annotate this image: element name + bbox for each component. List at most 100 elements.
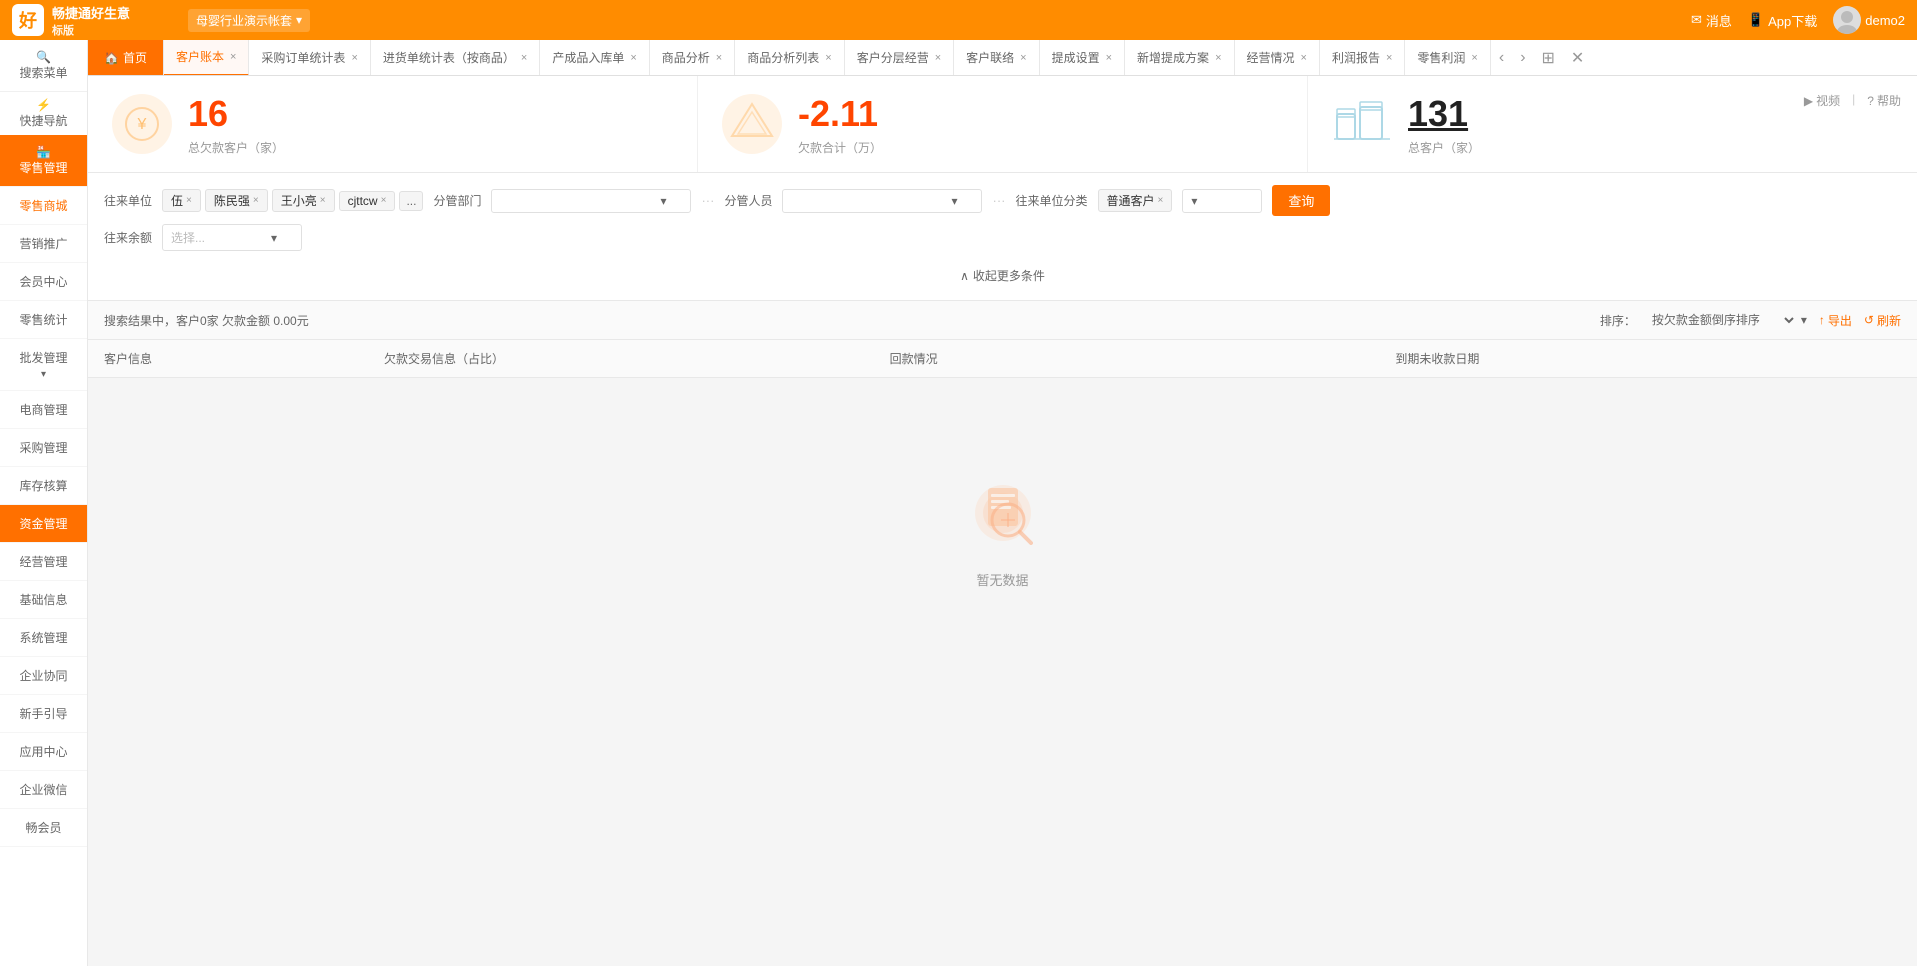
search-icon: 🔍 bbox=[0, 50, 87, 64]
close-icon[interactable]: × bbox=[1301, 52, 1307, 64]
sidebar-item-new-guide[interactable]: 新手引导 bbox=[0, 695, 87, 733]
tab-business-stat[interactable]: 经营情况 × bbox=[1235, 40, 1320, 76]
sidebar-item-enterprise[interactable]: 企业协同 bbox=[0, 657, 87, 695]
sidebar-item-vip-member[interactable]: 畅会员 bbox=[0, 809, 87, 847]
tab-scroll-left[interactable]: ‹ bbox=[1491, 49, 1512, 67]
tab-customer-tier[interactable]: 客户分层经营 × bbox=[845, 40, 954, 76]
filter-tag-cjttcw[interactable]: cjttcw × bbox=[339, 191, 396, 211]
chevron-down-icon: ▾ bbox=[271, 231, 277, 245]
tab-purchase-stat[interactable]: 进货单统计表（按商品） × bbox=[371, 40, 540, 76]
close-icon[interactable]: × bbox=[825, 52, 831, 64]
tab-profit-report[interactable]: 利润报告 × bbox=[1320, 40, 1405, 76]
chevron-down-icon: ▾ bbox=[660, 194, 666, 208]
remove-tag-cjttcw[interactable]: × bbox=[381, 195, 387, 206]
close-icon[interactable]: × bbox=[1471, 52, 1477, 64]
close-icon[interactable]: × bbox=[1386, 52, 1392, 64]
empty-text: 暂无数据 bbox=[976, 570, 1028, 589]
tab-product-stock[interactable]: 产成品入库单 × bbox=[540, 40, 649, 76]
tab-customer-contact[interactable]: 客户联络 × bbox=[954, 40, 1039, 76]
close-icon[interactable]: × bbox=[630, 52, 636, 64]
person-select[interactable]: ▾ bbox=[782, 189, 982, 213]
remove-tag-wang[interactable]: × bbox=[320, 195, 326, 206]
sidebar-item-finance[interactable]: 资金管理 bbox=[0, 505, 87, 543]
stat-label-customers: 总欠款客户（家） bbox=[188, 139, 284, 156]
dept-select[interactable]: ▾ bbox=[491, 189, 691, 213]
tab-customer[interactable]: 客户账本 × bbox=[164, 40, 249, 76]
close-icon[interactable]: × bbox=[1106, 52, 1112, 64]
sidebar-item-inventory[interactable]: 库存核算 bbox=[0, 467, 87, 505]
tab-expand-icon[interactable]: ⊞ bbox=[1534, 48, 1563, 68]
sidebar-item-system[interactable]: 系统管理 bbox=[0, 619, 87, 657]
refresh-button[interactable]: ↺ 刷新 bbox=[1864, 312, 1901, 329]
sidebar-item-marketing[interactable]: 营销推广 bbox=[0, 225, 87, 263]
sidebar-item-ecommerce[interactable]: 电商管理 bbox=[0, 391, 87, 429]
home-icon: 🏠 bbox=[104, 51, 119, 65]
sidebar-item-operations[interactable]: 经营管理 bbox=[0, 543, 87, 581]
stat-card-total: 131 总客户（家） bbox=[1308, 76, 1917, 172]
tab-close-all-icon[interactable]: ✕ bbox=[1563, 48, 1592, 68]
remove-tag-normal[interactable]: × bbox=[1158, 195, 1164, 206]
user-menu[interactable]: demo2 bbox=[1833, 6, 1905, 34]
collapse-button[interactable]: ∧ 收起更多条件 bbox=[960, 267, 1045, 284]
sidebar-item-retail-mgmt[interactable]: 🏪 零售管理 bbox=[0, 135, 87, 187]
filter-tag-normal-customer[interactable]: 普通客户 × bbox=[1098, 189, 1173, 212]
close-icon[interactable]: × bbox=[716, 52, 722, 64]
filter-tag-wang[interactable]: 王小亮 × bbox=[272, 189, 335, 212]
category-tags: 普通客户 × bbox=[1098, 189, 1173, 212]
sidebar-item-purchase[interactable]: 采购管理 bbox=[0, 429, 87, 467]
tab-bar: 🏠 首页 客户账本 × 采购订单统计表 × 进货单统计表（按商品） × 产成品入… bbox=[88, 40, 1917, 76]
remove-tag-chen[interactable]: × bbox=[253, 195, 259, 206]
sidebar-item-member[interactable]: 会员中心 bbox=[0, 263, 87, 301]
app-download-button[interactable]: 📱 App下载 bbox=[1748, 11, 1817, 30]
sidebar: 🔍 搜索菜单 ⚡ 快捷导航 🏪 零售管理 零售商城 营销推广 会员中心 零售统计 bbox=[0, 40, 88, 966]
sidebar-item-wholesale[interactable]: 批发管理 ▾ bbox=[0, 339, 87, 391]
demo-selector[interactable]: 母婴行业演示帐套 ▾ bbox=[188, 9, 310, 32]
nav-icon: ⚡ bbox=[0, 98, 87, 112]
close-icon[interactable]: × bbox=[1020, 52, 1026, 64]
logo-icon: 好 bbox=[12, 4, 44, 36]
sidebar-item-retail-stats[interactable]: 零售统计 bbox=[0, 301, 87, 339]
filter-tag-wu[interactable]: 伍 × bbox=[162, 189, 201, 212]
close-icon[interactable]: × bbox=[230, 51, 236, 63]
close-icon[interactable]: × bbox=[351, 52, 357, 64]
close-icon[interactable]: × bbox=[1215, 52, 1221, 64]
remove-tag-wu[interactable]: × bbox=[186, 195, 192, 206]
sort-select[interactable]: 按欠款金额倒序排序 bbox=[1640, 309, 1797, 331]
chevron-down-icon: ▾ bbox=[951, 194, 957, 208]
close-icon[interactable]: × bbox=[521, 52, 527, 64]
stat-icon-3 bbox=[1332, 94, 1392, 154]
category-select[interactable]: ▾ bbox=[1182, 189, 1262, 213]
dept-clear-icon[interactable]: ··· bbox=[701, 193, 714, 208]
balance-select[interactable]: 选择... ▾ bbox=[162, 224, 302, 251]
sidebar-item-quick-nav[interactable]: ⚡ 快捷导航 bbox=[0, 92, 87, 135]
tab-goods-analysis[interactable]: 商品分析 × bbox=[650, 40, 735, 76]
sidebar-item-retail-mall[interactable]: 零售商城 bbox=[0, 187, 87, 225]
tab-scroll-right[interactable]: › bbox=[1512, 49, 1533, 67]
filter-tag-chen[interactable]: 陈民强 × bbox=[205, 189, 268, 212]
tab-new-promote[interactable]: 新增提成方案 × bbox=[1125, 40, 1234, 76]
sort-area: 排序： 按欠款金额倒序排序 ▾ bbox=[1600, 309, 1807, 331]
stat-icon-1: ¥ bbox=[112, 94, 172, 154]
balance-filter-label: 往来余额 bbox=[104, 229, 152, 246]
message-icon: ✉ bbox=[1691, 12, 1702, 28]
person-clear-icon[interactable]: ··· bbox=[992, 193, 1005, 208]
tab-retail-profit[interactable]: 零售利润 × bbox=[1405, 40, 1490, 76]
sidebar-item-search[interactable]: 🔍 搜索菜单 bbox=[0, 40, 87, 92]
stat-label-debt: 欠款合计（万） bbox=[798, 139, 882, 156]
logo-sub: 标版 bbox=[52, 22, 130, 38]
sidebar-item-enterprise-wechat[interactable]: 企业微信 bbox=[0, 771, 87, 809]
tab-goods-analysis-list[interactable]: 商品分析列表 × bbox=[735, 40, 844, 76]
avatar bbox=[1833, 6, 1861, 34]
close-icon[interactable]: × bbox=[935, 52, 941, 64]
query-button[interactable]: 查询 bbox=[1272, 185, 1330, 216]
main-content: ▶ 视频 | ? 帮助 bbox=[88, 76, 1917, 966]
tab-home[interactable]: 🏠 首页 bbox=[88, 40, 164, 76]
more-tags-button[interactable]: ... bbox=[399, 191, 423, 211]
tab-promote-settings[interactable]: 提成设置 × bbox=[1040, 40, 1125, 76]
sidebar-item-basic-info[interactable]: 基础信息 bbox=[0, 581, 87, 619]
sidebar-item-app-center[interactable]: 应用中心 bbox=[0, 733, 87, 771]
tab-purchase-order[interactable]: 采购订单统计表 × bbox=[249, 40, 370, 76]
stat-value-customers: 16 bbox=[188, 92, 284, 135]
export-button[interactable]: ↑ 导出 bbox=[1819, 312, 1852, 329]
message-button[interactable]: ✉ 消息 bbox=[1691, 11, 1732, 30]
